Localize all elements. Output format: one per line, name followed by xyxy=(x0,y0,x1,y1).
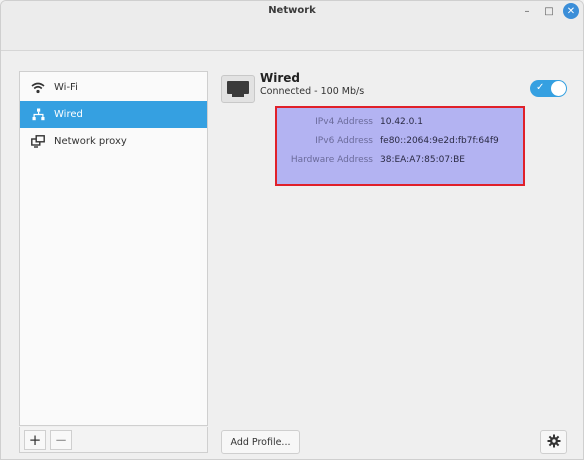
detail-value: 38:EA:A7:85:07:BE xyxy=(380,155,465,165)
network-settings-window: Network – □ ✕ Wi-Fi Wired Network proxy … xyxy=(0,0,584,460)
sidebar-item-wifi[interactable]: Wi-Fi xyxy=(20,74,207,101)
sidebar-toolbar: + − xyxy=(19,427,208,453)
toggle-knob xyxy=(551,81,566,96)
detail-row-ipv4: IPv4 Address 10.42.0.1 xyxy=(277,117,523,131)
sidebar-item-network-proxy[interactable]: Network proxy xyxy=(20,128,207,155)
sidebar-item-label: Network proxy xyxy=(54,136,127,147)
sidebar-item-label: Wired xyxy=(54,109,83,120)
remove-connection-button[interactable]: − xyxy=(50,430,72,450)
ethernet-device-icon xyxy=(221,75,255,103)
network-proxy-icon xyxy=(30,134,46,150)
detail-value: 10.42.0.1 xyxy=(380,117,423,127)
window-title: Network xyxy=(268,5,316,16)
settings-button[interactable] xyxy=(540,430,567,454)
check-icon: ✓ xyxy=(536,82,545,93)
device-status: Connected - 100 Mb/s xyxy=(260,86,365,97)
wifi-icon xyxy=(30,80,46,96)
gear-icon xyxy=(547,434,561,451)
sidebar-item-wired[interactable]: Wired xyxy=(20,101,207,128)
close-button[interactable]: ✕ xyxy=(563,3,579,19)
detail-label: Hardware Address xyxy=(290,155,373,165)
minimize-button[interactable]: – xyxy=(519,3,535,19)
maximize-button[interactable]: □ xyxy=(541,3,557,19)
wired-toggle-switch[interactable]: ✓ xyxy=(530,80,567,97)
sidebar-item-label: Wi-Fi xyxy=(54,82,78,93)
titlebar: Network – □ ✕ xyxy=(1,1,583,51)
detail-row-hardware: Hardware Address 38:EA:A7:85:07:BE xyxy=(277,155,523,169)
detail-value: fe80::2064:9e2d:fb7f:64f9 xyxy=(380,136,499,146)
detail-label: IPv4 Address xyxy=(315,117,373,127)
add-connection-button[interactable]: + xyxy=(24,430,46,450)
sidebar: Wi-Fi Wired Network proxy xyxy=(19,71,208,426)
add-profile-button[interactable]: Add Profile... xyxy=(221,430,300,454)
detail-row-ipv6: IPv6 Address fe80::2064:9e2d:fb7f:64f9 xyxy=(277,136,523,150)
detail-label: IPv6 Address xyxy=(315,136,373,146)
wired-network-icon xyxy=(30,107,46,123)
device-name: Wired xyxy=(260,71,300,85)
connection-details-highlight: IPv4 Address 10.42.0.1 IPv6 Address fe80… xyxy=(275,106,525,186)
